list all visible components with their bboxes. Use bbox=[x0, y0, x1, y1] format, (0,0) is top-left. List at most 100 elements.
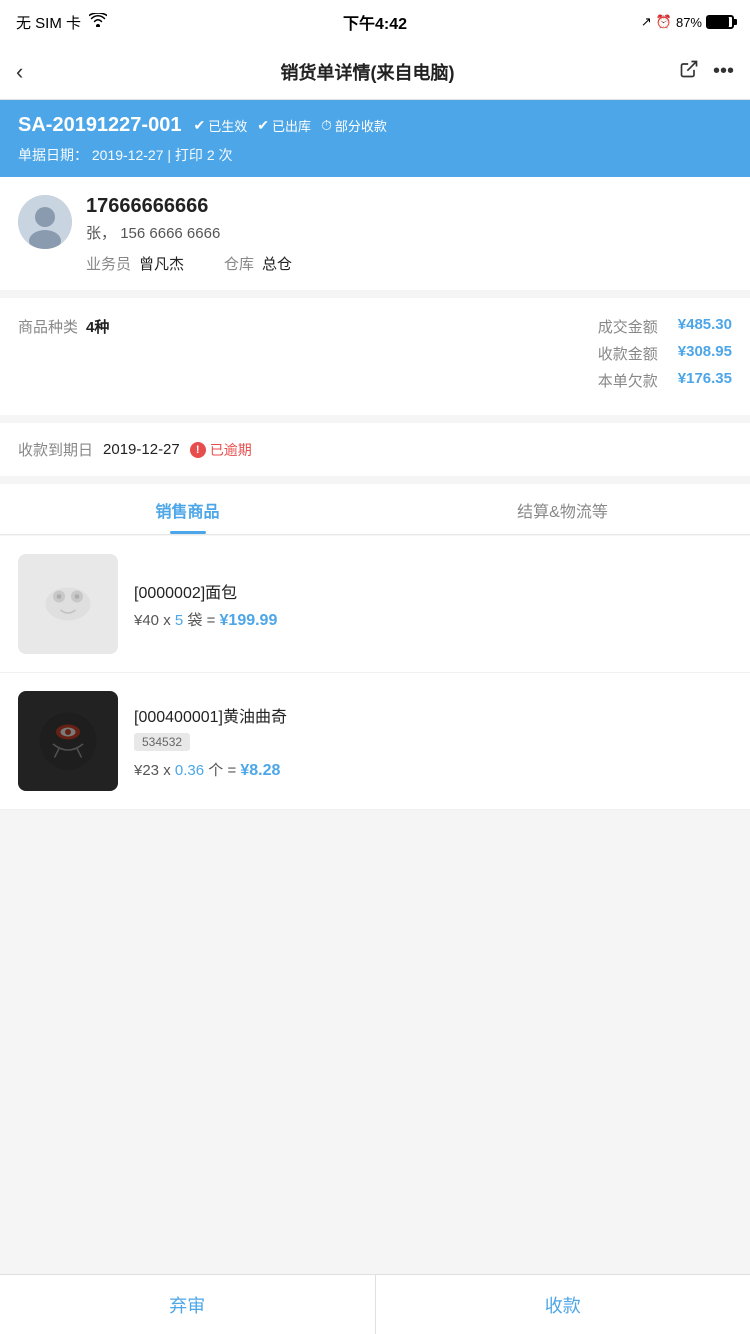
status-partial: ⏱ 部分收款 bbox=[321, 116, 387, 135]
multiply-symbol-2: x bbox=[163, 762, 175, 779]
product-item: [0000002]面包 ¥40 x 5 袋 = ¥199.99 bbox=[0, 536, 750, 673]
sales-name: 曾凡杰 bbox=[139, 253, 184, 274]
status-left: 无 SIM 卡 bbox=[16, 12, 107, 33]
share-icon[interactable] bbox=[679, 59, 699, 85]
battery-fill bbox=[708, 17, 729, 27]
due-amount-row: 本单欠款 ¥176.35 bbox=[598, 370, 732, 391]
bottom-bar: 弃审 收款 bbox=[0, 1274, 750, 1334]
warehouse: 仓库 总仓 bbox=[224, 253, 292, 274]
status-partial-label: 部分收款 bbox=[335, 116, 387, 135]
status-badges: ✔ 已生效 ✔ 已出库 ⏱ 部分收款 bbox=[193, 116, 386, 135]
tab-settlement-label: 结算&物流等 bbox=[517, 504, 608, 521]
banner-date-row: 单据日期： 2019-12-27 | 打印 2 次 bbox=[18, 145, 732, 165]
total-price-1: ¥199.99 bbox=[220, 612, 278, 629]
status-shipped-label: 已出库 bbox=[272, 116, 311, 135]
confirm-label: 收款 bbox=[545, 1292, 581, 1318]
quantity-2: 0.36 bbox=[175, 762, 204, 779]
unit-price-1: ¥40 bbox=[134, 612, 159, 629]
warehouse-label: 仓库 bbox=[224, 253, 254, 274]
check-icon-2: ✔ bbox=[257, 117, 269, 134]
total-price-2: ¥8.28 bbox=[240, 762, 280, 779]
product-image-2 bbox=[18, 691, 118, 791]
alarm-icon: ⏰ bbox=[656, 14, 672, 30]
product-types: 商品种类 4种 bbox=[18, 316, 109, 337]
battery-icon bbox=[706, 15, 734, 29]
received-amount-label: 收款金额 bbox=[598, 343, 658, 364]
customer-name-phone: 张， 156 6666 6666 bbox=[86, 222, 732, 243]
location-icon: ↗ bbox=[641, 14, 652, 30]
product-details-2: [000400001]黄油曲奇 534532 ¥23 x 0.36 个 = ¥8… bbox=[134, 703, 732, 780]
equals-symbol-2: = bbox=[227, 762, 240, 779]
page-title: 销货单详情(来自电脑) bbox=[56, 59, 679, 85]
received-amount-row: 收款金额 ¥308.95 bbox=[598, 343, 732, 364]
quantity-1: 5 bbox=[175, 612, 183, 629]
status-effective: ✔ 已生效 bbox=[193, 116, 247, 135]
customer-id: 17666666666 bbox=[86, 195, 732, 218]
tab-settlement[interactable]: 结算&物流等 bbox=[375, 484, 750, 534]
warehouse-name: 总仓 bbox=[262, 253, 292, 274]
product-item-2: [000400001]黄油曲奇 534532 ¥23 x 0.36 个 = ¥8… bbox=[0, 673, 750, 810]
unit-1: 袋 bbox=[187, 612, 202, 629]
sales-person: 业务员 曾凡杰 bbox=[86, 253, 184, 274]
product-types-row: 商品种类 4种 bbox=[18, 316, 109, 337]
unit-2: 个 bbox=[208, 762, 223, 779]
wifi-icon bbox=[89, 13, 107, 31]
carrier-text: 无 SIM 卡 bbox=[16, 12, 81, 33]
status-right: ↗ ⏰ 87% bbox=[641, 14, 734, 30]
sales-label: 业务员 bbox=[86, 253, 131, 274]
product-types-label: 商品种类 bbox=[18, 316, 78, 337]
product-types-value: 4种 bbox=[86, 316, 109, 337]
status-effective-label: 已生效 bbox=[208, 116, 247, 135]
nav-actions: ••• bbox=[679, 59, 734, 85]
battery-percent: 87% bbox=[676, 15, 702, 30]
nav-bar: ‹ 销货单详情(来自电脑) ••• bbox=[0, 44, 750, 100]
order-id: SA-20191227-001 bbox=[18, 114, 181, 137]
product-name-1: [0000002]面包 bbox=[134, 579, 732, 603]
customer-meta: 业务员 曾凡杰 仓库 总仓 bbox=[86, 253, 732, 274]
back-button[interactable]: ‹ bbox=[16, 59, 56, 85]
due-amount-value: ¥176.35 bbox=[678, 370, 732, 391]
customer-phone-number: 156 6666 6666 bbox=[120, 225, 220, 242]
amounts: 成交金额 ¥485.30 收款金额 ¥308.95 本单欠款 ¥176.35 bbox=[598, 316, 732, 397]
more-icon[interactable]: ••• bbox=[713, 60, 734, 83]
clock-icon: ⏱ bbox=[321, 117, 332, 134]
product-details-1: [0000002]面包 ¥40 x 5 袋 = ¥199.99 bbox=[134, 579, 732, 630]
transaction-amount-row: 成交金额 ¥485.30 bbox=[598, 316, 732, 337]
overdue-dot-icon: ! bbox=[190, 442, 206, 458]
tab-sales-products[interactable]: 销售商品 bbox=[0, 484, 375, 534]
cancel-label: 弃审 bbox=[169, 1292, 205, 1318]
product-price-row-1: ¥40 x 5 袋 = ¥199.99 bbox=[134, 609, 732, 630]
unit-price-2: ¥23 bbox=[134, 762, 159, 779]
payment-due-date: 2019-12-27 bbox=[103, 441, 180, 458]
banner-row1: SA-20191227-001 ✔ 已生效 ✔ 已出库 ⏱ 部分收款 bbox=[18, 114, 732, 137]
product-name-2: [000400001]黄油曲奇 bbox=[134, 703, 732, 727]
check-icon-1: ✔ bbox=[193, 117, 205, 134]
payment-due-section: 收款到期日 2019-12-27 ! 已逾期 bbox=[0, 423, 750, 484]
customer-avatar bbox=[18, 195, 72, 249]
status-bar: 无 SIM 卡 下午4:42 ↗ ⏰ 87% bbox=[0, 0, 750, 44]
received-amount-value: ¥308.95 bbox=[678, 343, 732, 364]
order-header-banner: SA-20191227-001 ✔ 已生效 ✔ 已出库 ⏱ 部分收款 单据日期：… bbox=[0, 100, 750, 177]
product-tag-2: 534532 bbox=[134, 733, 190, 751]
customer-info: 17666666666 张， 156 6666 6666 业务员 曾凡杰 仓库 … bbox=[86, 195, 732, 274]
customer-surname: 张， bbox=[86, 225, 116, 242]
cancel-button[interactable]: 弃审 bbox=[0, 1275, 375, 1334]
transaction-amount-value: ¥485.30 bbox=[678, 316, 732, 337]
product-image-1 bbox=[18, 554, 118, 654]
tab-sales-label: 销售商品 bbox=[155, 504, 219, 521]
multiply-symbol-1: x bbox=[163, 612, 175, 629]
payment-due-label: 收款到期日 bbox=[18, 439, 93, 460]
equals-symbol-1: = bbox=[207, 612, 220, 629]
overdue-text: 已逾期 bbox=[210, 440, 252, 460]
product-list: [0000002]面包 ¥40 x 5 袋 = ¥199.99 bbox=[0, 536, 750, 810]
confirm-payment-button[interactable]: 收款 bbox=[375, 1275, 750, 1334]
product-price-row-2: ¥23 x 0.36 个 = ¥8.28 bbox=[134, 759, 732, 780]
status-shipped: ✔ 已出库 bbox=[257, 116, 311, 135]
customer-section: 17666666666 张， 156 6666 6666 业务员 曾凡杰 仓库 … bbox=[0, 177, 750, 298]
overdue-badge: ! 已逾期 bbox=[190, 440, 252, 460]
due-amount-label: 本单欠款 bbox=[598, 370, 658, 391]
tabs-section: 销售商品 结算&物流等 bbox=[0, 484, 750, 535]
date-label: 单据日期： bbox=[18, 147, 88, 163]
summary-section: 商品种类 4种 成交金额 ¥485.30 收款金额 ¥308.95 本单欠款 ¥… bbox=[0, 298, 750, 423]
transaction-amount-label: 成交金额 bbox=[598, 316, 658, 337]
